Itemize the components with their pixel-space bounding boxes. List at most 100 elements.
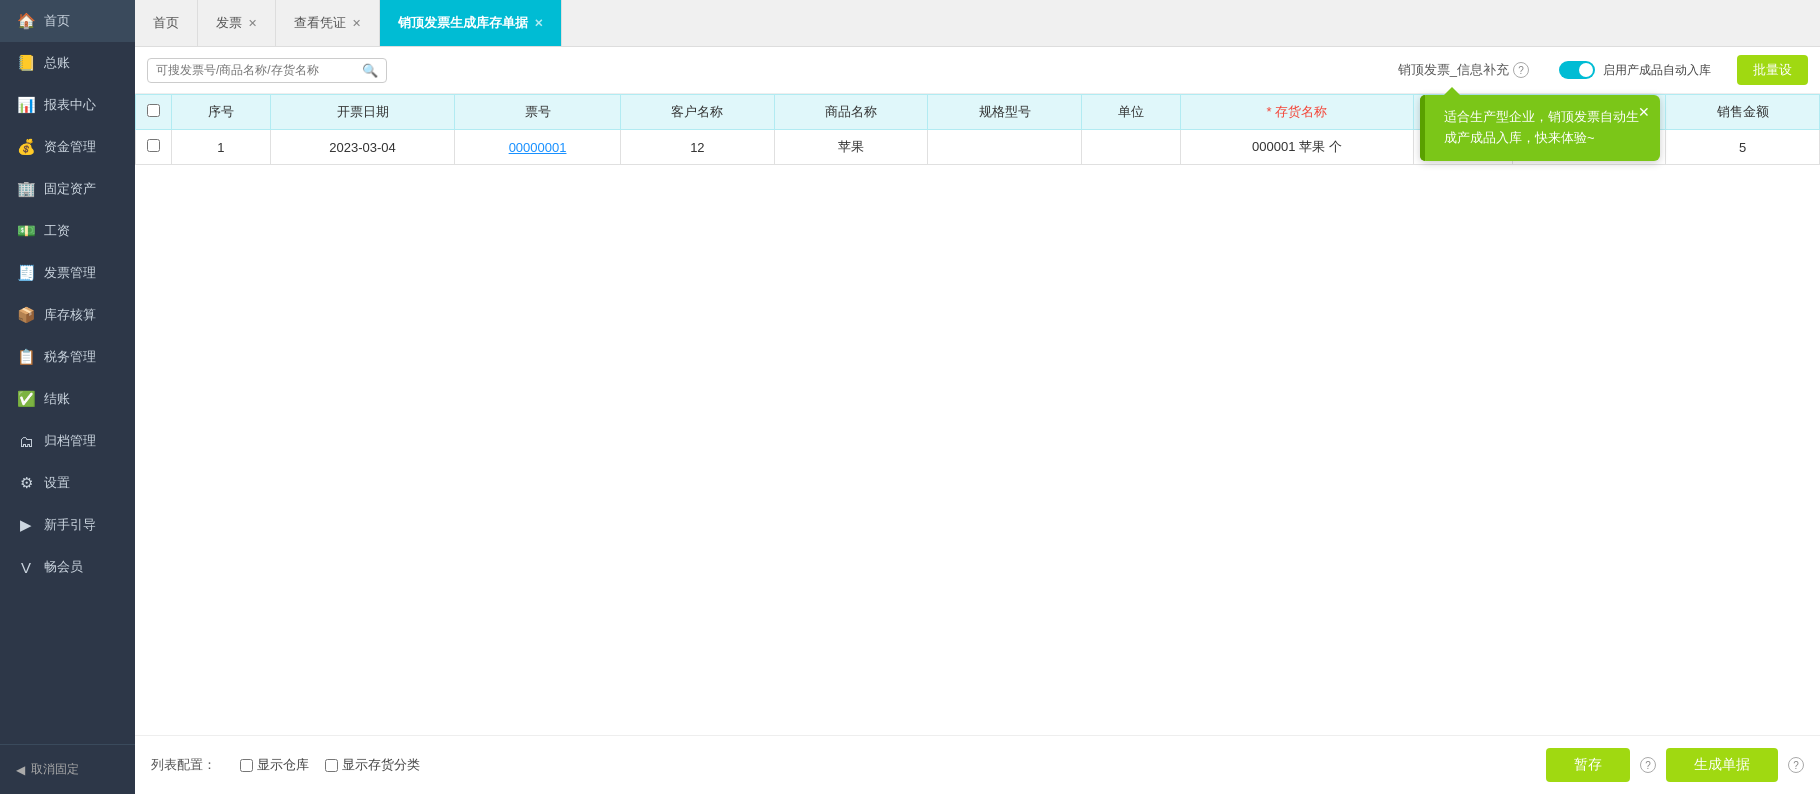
th-seq: 序号 xyxy=(172,95,271,130)
sidebar-item-closing[interactable]: ✅ 结账 xyxy=(0,378,135,420)
sidebar-item-closing-label: 结账 xyxy=(44,390,70,408)
tab-view-voucher-label: 查看凭证 xyxy=(294,14,346,32)
toggle-label: 启用产成品自动入库 xyxy=(1603,62,1711,79)
row-checkbox-0[interactable] xyxy=(147,139,160,152)
sidebar-item-archive[interactable]: 🗂 归档管理 xyxy=(0,420,135,462)
tab-cancel-invoice-close[interactable]: ✕ xyxy=(534,17,543,30)
th-date: 开票日期 xyxy=(270,95,454,130)
sidebar-item-vip[interactable]: V 畅会员 xyxy=(0,546,135,588)
tooltip-close-button[interactable]: ✕ xyxy=(1638,101,1650,123)
pin-icon: ◀ xyxy=(16,763,25,777)
tab-view-voucher[interactable]: 查看凭证 ✕ xyxy=(276,0,380,46)
tab-home[interactable]: 首页 xyxy=(135,0,198,46)
sidebar-item-fixed-assets-label: 固定资产 xyxy=(44,180,96,198)
tab-invoice-label: 发票 xyxy=(216,14,242,32)
show-warehouse-checkbox[interactable] xyxy=(240,759,253,772)
tab-view-voucher-close[interactable]: ✕ xyxy=(352,17,361,30)
show-warehouse-checkbox-label[interactable]: 显示仓库 xyxy=(240,756,309,774)
inventory-icon: 📦 xyxy=(16,306,36,324)
search-input[interactable] xyxy=(156,63,356,77)
cell-customer: 12 xyxy=(621,130,775,165)
tab-invoice-close[interactable]: ✕ xyxy=(248,17,257,30)
generate-button[interactable]: 生成单据 xyxy=(1666,748,1778,782)
tab-home-label: 首页 xyxy=(153,14,179,32)
th-unit: 单位 xyxy=(1081,95,1180,130)
tab-cancel-invoice[interactable]: 销顶发票生成库存单据 ✕ xyxy=(380,0,562,46)
sidebar: 🏠 首页 📒 总账 📊 报表中心 💰 资金管理 🏢 固定资产 💵 工资 🧾 发票… xyxy=(0,0,135,794)
sidebar-item-tax-management[interactable]: 📋 税务管理 xyxy=(0,336,135,378)
ledger-icon: 📒 xyxy=(16,54,36,72)
sidebar-item-inventory[interactable]: 📦 库存核算 xyxy=(0,294,135,336)
sidebar-item-report-center[interactable]: 📊 报表中心 xyxy=(0,84,135,126)
info-icon[interactable]: ? xyxy=(1513,62,1529,78)
cell-seq: 1 xyxy=(172,130,271,165)
show-inventory-category-text: 显示存货分类 xyxy=(342,756,420,774)
row-checkbox-cell xyxy=(136,130,172,165)
th-customer: 客户名称 xyxy=(621,95,775,130)
batch-set-button[interactable]: 批量设 xyxy=(1737,55,1808,85)
sidebar-item-general-ledger[interactable]: 📒 总账 xyxy=(0,42,135,84)
content-area: 🔍 销顶发票_信息补充 ? 启用产成品自动入库 批量设 序 xyxy=(135,47,1820,794)
sidebar-item-home-label: 首页 xyxy=(44,12,70,30)
invoice-icon: 🧾 xyxy=(16,264,36,282)
tooltip-bar xyxy=(1420,95,1425,161)
archive-icon: 🗂 xyxy=(16,433,36,450)
fund-icon: 💰 xyxy=(16,138,36,156)
cell-spec xyxy=(928,130,1082,165)
select-all-checkbox[interactable] xyxy=(147,104,160,117)
sidebar-item-invoice-label: 发票管理 xyxy=(44,264,96,282)
search-icon: 🔍 xyxy=(362,63,378,78)
cell-unit xyxy=(1081,130,1180,165)
th-product-name: 商品名称 xyxy=(774,95,928,130)
search-box[interactable]: 🔍 xyxy=(147,58,387,83)
sidebar-item-salary-label: 工资 xyxy=(44,222,70,240)
bottom-bar: 列表配置： 显示仓库 显示存货分类 暂存 ? 生成单据 ? xyxy=(135,735,1820,794)
tab-cancel-invoice-label: 销顶发票生成库存单据 xyxy=(398,14,528,32)
tab-invoice[interactable]: 发票 ✕ xyxy=(198,0,276,46)
sidebar-item-invoice-management[interactable]: 🧾 发票管理 xyxy=(0,252,135,294)
info-label: 销顶发票_信息补充 ? xyxy=(1398,61,1529,79)
toggle-area: 启用产成品自动入库 xyxy=(1559,61,1711,79)
th-inventory-name: * 存货名称 xyxy=(1180,95,1413,130)
show-inventory-category-label[interactable]: 显示存货分类 xyxy=(325,756,420,774)
generate-info-icon[interactable]: ? xyxy=(1788,757,1804,773)
cell-amount: 5 xyxy=(1666,130,1820,165)
tab-bar: 首页 发票 ✕ 查看凭证 ✕ 销顶发票生成库存单据 ✕ xyxy=(135,0,1820,47)
sidebar-item-guide[interactable]: ▶ 新手引导 xyxy=(0,504,135,546)
sidebar-item-salary[interactable]: 💵 工资 xyxy=(0,210,135,252)
sidebar-item-home[interactable]: 🏠 首页 xyxy=(0,0,135,42)
show-warehouse-label: 显示仓库 xyxy=(257,756,309,774)
sidebar-item-guide-label: 新手引导 xyxy=(44,516,96,534)
tooltip-popup: ✕ 适合生产型企业，销顶发票自动生成产成品入库，快来体验~ xyxy=(1420,95,1660,161)
sidebar-item-fund-label: 资金管理 xyxy=(44,138,96,156)
th-amount: 销售金额 xyxy=(1666,95,1820,130)
sidebar-item-fixed-assets[interactable]: 🏢 固定资产 xyxy=(0,168,135,210)
salary-icon: 💵 xyxy=(16,222,36,240)
sidebar-item-general-ledger-label: 总账 xyxy=(44,54,70,72)
sidebar-item-archive-label: 归档管理 xyxy=(44,432,96,450)
bottom-actions: 暂存 ? 生成单据 ? xyxy=(1546,748,1804,782)
save-button[interactable]: 暂存 xyxy=(1546,748,1630,782)
main-content: 首页 发票 ✕ 查看凭证 ✕ 销顶发票生成库存单据 ✕ 🔍 销顶发票_信息补充 … xyxy=(135,0,1820,794)
vip-icon: V xyxy=(16,559,36,576)
sidebar-item-fund-management[interactable]: 💰 资金管理 xyxy=(0,126,135,168)
show-inventory-category-checkbox[interactable] xyxy=(325,759,338,772)
fixed-assets-icon: 🏢 xyxy=(16,180,36,198)
unpin-label: 取消固定 xyxy=(31,761,79,778)
cell-ticket-no[interactable]: 00000001 xyxy=(455,130,621,165)
tooltip-text: 适合生产型企业，销顶发票自动生成产成品入库，快来体验~ xyxy=(1436,107,1644,149)
cell-product-name: 苹果 xyxy=(774,130,928,165)
cell-date: 2023-03-04 xyxy=(270,130,454,165)
sidebar-item-report-center-label: 报表中心 xyxy=(44,96,96,114)
settings-icon: ⚙ xyxy=(16,474,36,492)
unpin-button[interactable]: ◀ 取消固定 xyxy=(0,753,135,786)
save-info-icon[interactable]: ? xyxy=(1640,757,1656,773)
th-spec: 规格型号 xyxy=(928,95,1082,130)
cell-inventory-name: 000001 苹果 个 xyxy=(1180,130,1413,165)
toolbar: 🔍 销顶发票_信息补充 ? 启用产成品自动入库 批量设 xyxy=(135,47,1820,94)
sidebar-bottom: ◀ 取消固定 xyxy=(0,744,135,794)
auto-warehouse-toggle[interactable] xyxy=(1559,61,1595,79)
sidebar-item-settings[interactable]: ⚙ 设置 xyxy=(0,462,135,504)
th-ticket-no: 票号 xyxy=(455,95,621,130)
sidebar-item-vip-label: 畅会员 xyxy=(44,558,83,576)
